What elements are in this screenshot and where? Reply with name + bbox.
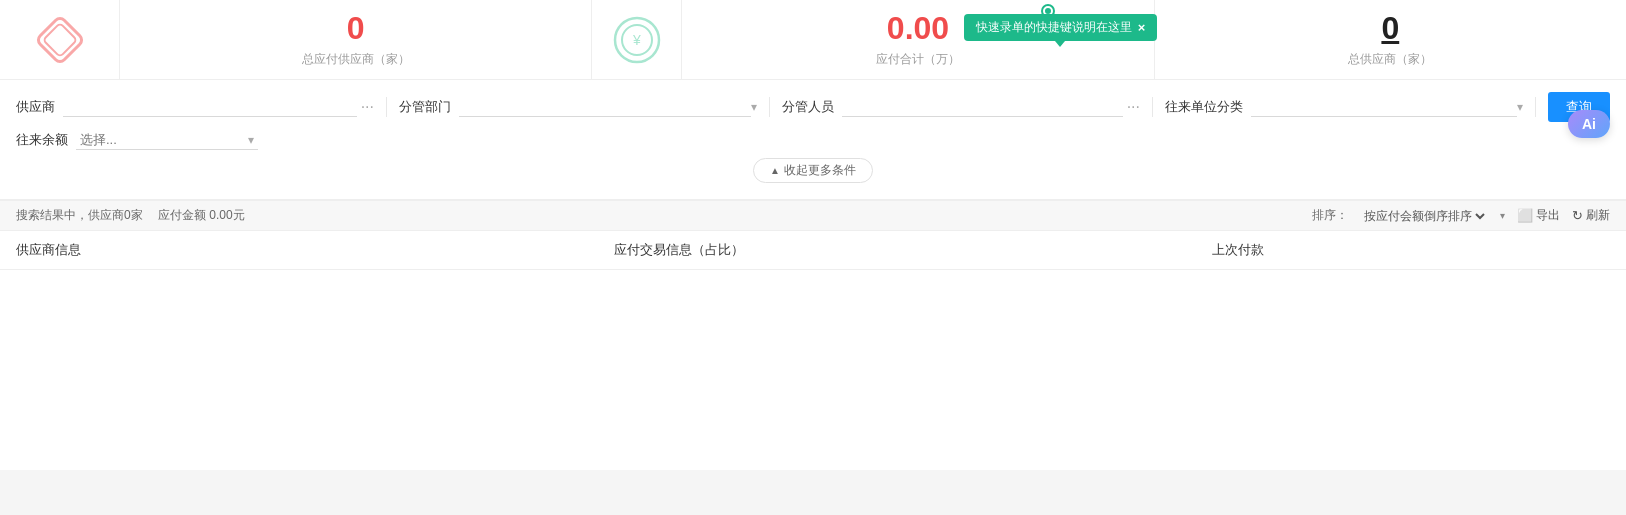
stat-number-suppliers: 0	[1381, 11, 1399, 46]
stat-total-payable-suppliers: 0 总应付供应商（家）	[120, 0, 592, 79]
filter-supplier: 供应商 ···	[16, 97, 387, 117]
col-payable-info: 应付交易信息（占比）	[614, 241, 1212, 259]
filter-department: 分管部门 ▾	[387, 97, 770, 117]
refresh-button[interactable]: ↻ 刷新	[1572, 207, 1610, 224]
filter-row-1: 供应商 ··· 分管部门 ▾ 分管人员 ··· 往来单位分类	[16, 92, 1610, 122]
stat-number-total: 0.00	[887, 11, 949, 46]
balance-label: 往来余额	[16, 131, 68, 149]
filter-area: 供应商 ··· 分管部门 ▾ 分管人员 ··· 往来单位分类	[0, 80, 1626, 200]
sort-select[interactable]: 按应付会额倒序排序	[1360, 208, 1488, 224]
stat-label-suppliers: 总供应商（家）	[1348, 51, 1432, 68]
filter-row-2: 往来余额 ▾	[16, 130, 1610, 150]
result-actions: 排序： 按应付会额倒序排序 ▾ ⬜ 导出 ↻ 刷新	[1312, 207, 1610, 224]
collapse-icon: ▲	[770, 165, 780, 176]
export-label: 导出	[1536, 207, 1560, 224]
balance-chevron[interactable]: ▾	[248, 133, 254, 147]
refresh-icon: ↻	[1572, 208, 1583, 223]
export-button[interactable]: ⬜ 导出	[1517, 207, 1560, 224]
collapse-row: ▲ 收起更多条件	[16, 154, 1610, 191]
stat-total-suppliers: 快速录单的快捷键说明在这里 × 0 总供应商（家）	[1155, 0, 1626, 79]
unit-class-chevron[interactable]: ▾	[1517, 100, 1523, 114]
department-input[interactable]	[459, 99, 627, 114]
col-last-payment: 上次付款	[1212, 241, 1611, 259]
col-supplier-info: 供应商信息	[16, 241, 614, 259]
coin-area: ¥	[592, 0, 682, 79]
department-chevron[interactable]: ▾	[751, 100, 757, 114]
filter-manager: 分管人员 ···	[770, 97, 1153, 117]
supplier-label: 供应商	[16, 98, 55, 116]
unit-class-input[interactable]	[1251, 99, 1419, 114]
unit-class-input-wrap	[1251, 97, 1517, 117]
tooltip-area: 快速录单的快捷键说明在这里 ×	[1035, 6, 1053, 16]
result-text: 搜索结果中，供应商0家	[16, 208, 143, 222]
tooltip-close[interactable]: ×	[1138, 20, 1146, 35]
balance-select-wrap: ▾	[76, 130, 258, 150]
logo-area	[0, 0, 120, 79]
svg-rect-0	[35, 15, 83, 63]
svg-text:¥: ¥	[632, 32, 641, 48]
supplier-dots[interactable]: ···	[361, 98, 374, 116]
tooltip-text: 快速录单的快捷键说明在这里	[976, 19, 1132, 36]
ai-button[interactable]: Ai	[1568, 110, 1610, 138]
result-summary: 搜索结果中，供应商0家 应付金额 0.00元	[16, 207, 245, 224]
table-header: 供应商信息 应付交易信息（占比） 上次付款	[0, 231, 1626, 270]
result-bar: 搜索结果中，供应商0家 应付金额 0.00元 排序： 按应付会额倒序排序 ▾ ⬜…	[0, 200, 1626, 231]
department-label: 分管部门	[399, 98, 451, 116]
stat-label-total: 应付合计（万）	[876, 51, 960, 68]
stats-bar: 0 总应付供应商（家） ¥ 0.00 应付合计（万） 快速录单的快捷键说明在这里…	[0, 0, 1626, 80]
stat-label-payable: 总应付供应商（家）	[302, 51, 410, 68]
sort-chevron: ▾	[1500, 210, 1505, 221]
manager-dots[interactable]: ···	[1127, 98, 1140, 116]
collapse-label: 收起更多条件	[784, 162, 856, 179]
manager-input-wrap	[842, 97, 1123, 117]
result-amount: 应付金额 0.00元	[158, 208, 245, 222]
department-input-wrap	[459, 97, 751, 117]
balance-select[interactable]	[80, 132, 248, 147]
supplier-input[interactable]	[63, 99, 231, 114]
table-body	[0, 270, 1626, 470]
stat-number-payable: 0	[347, 11, 365, 46]
tooltip-bubble: 快速录单的快捷键说明在这里 ×	[964, 14, 1158, 41]
sort-label: 排序：	[1312, 207, 1348, 224]
filter-unit-class: 往来单位分类 ▾	[1153, 97, 1536, 117]
refresh-label: 刷新	[1586, 207, 1610, 224]
manager-label: 分管人员	[782, 98, 834, 116]
collapse-button[interactable]: ▲ 收起更多条件	[753, 158, 873, 183]
supplier-input-wrap	[63, 97, 357, 117]
unit-class-label: 往来单位分类	[1165, 98, 1243, 116]
export-icon: ⬜	[1517, 208, 1533, 223]
filter-balance: 往来余额 ▾	[16, 130, 258, 150]
manager-input[interactable]	[842, 99, 1010, 114]
